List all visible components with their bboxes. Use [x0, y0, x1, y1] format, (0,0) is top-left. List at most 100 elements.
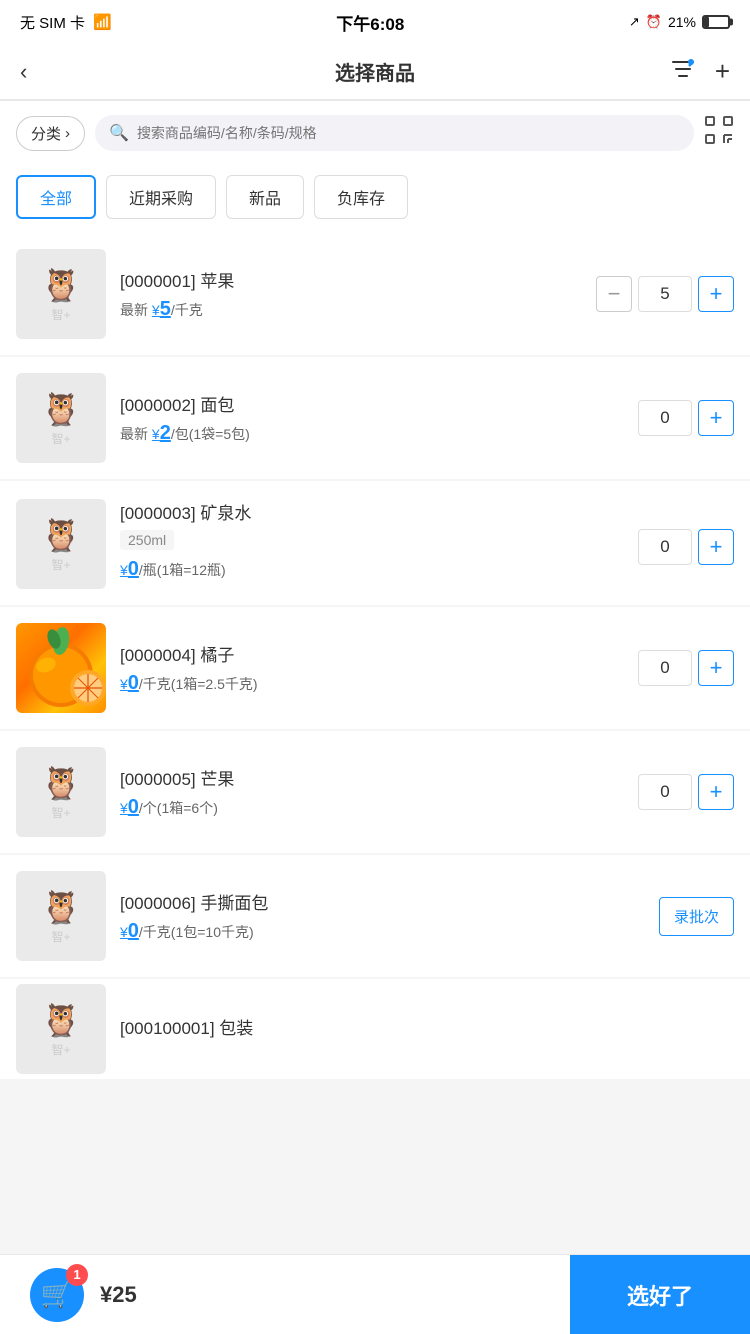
- qty-input[interactable]: [638, 400, 692, 436]
- owl-icon: 🦉: [41, 888, 81, 926]
- scan-icon[interactable]: [704, 115, 734, 151]
- qty-control: +: [638, 774, 734, 810]
- product-info: [0000004] 橘子 ¥0/千克(1箱=2.5千克): [120, 641, 624, 695]
- price-unit: /瓶(1箱=12瓶): [139, 562, 226, 578]
- cart-total: ¥25: [100, 1282, 137, 1308]
- qty-plus-button[interactable]: +: [698, 650, 734, 686]
- product-price: ¥0/千克(1包=10千克): [120, 920, 645, 943]
- list-item: 🦉 智+ [0000005] 芒果 ¥0/个(1箱=6个) +: [0, 731, 750, 853]
- price-value: 0: [128, 558, 139, 580]
- tab-all[interactable]: 全部: [16, 175, 96, 219]
- product-spec: 250ml: [120, 530, 174, 550]
- owl-icon: 🦉: [41, 390, 81, 428]
- nav-right: +: [671, 56, 730, 87]
- product-info: [000100001] 包装: [120, 1014, 734, 1045]
- tab-negative[interactable]: 负库存: [314, 175, 408, 219]
- battery-label: 21%: [668, 14, 696, 30]
- add-button[interactable]: +: [715, 56, 730, 87]
- list-item: 🦉 智+ [000100001] 包装: [0, 979, 750, 1079]
- product-name: [0000006] 手撕面包: [120, 889, 645, 914]
- product-price: 最新 ¥2/包(1袋=5包): [120, 422, 624, 445]
- price-value: 0: [128, 920, 139, 942]
- product-image: 🦉 智+: [16, 871, 106, 961]
- price-value: 2: [160, 422, 171, 444]
- price-prefix: ¥: [120, 800, 128, 816]
- price-prefix: ¥: [120, 562, 128, 578]
- owl-icon: 🦉: [41, 266, 81, 304]
- owl-icon: 🦉: [41, 516, 81, 554]
- product-image: 🦉 智+: [16, 747, 106, 837]
- price-unit: /千克: [171, 302, 203, 318]
- status-bar: 无 SIM 卡 📶 下午6:08 ↗ ⏰ 21%: [0, 0, 750, 44]
- price-prefix: ¥: [152, 426, 160, 442]
- product-info: [0000006] 手撕面包 ¥0/千克(1包=10千克): [120, 889, 645, 943]
- product-name: [0000003] 矿泉水: [120, 499, 624, 524]
- qty-control: − +: [596, 276, 734, 312]
- search-input[interactable]: [137, 125, 680, 141]
- price-value: 5: [160, 298, 171, 320]
- product-price: 最新 ¥5/千克: [120, 298, 582, 321]
- price-prefix: ¥: [152, 302, 160, 318]
- bottom-bar: 🛒 1 ¥25 选好了: [0, 1254, 750, 1334]
- status-time: 下午6:08: [336, 10, 404, 35]
- product-image: [16, 623, 106, 713]
- battery-icon: [702, 15, 730, 29]
- search-input-wrap: 🔍: [95, 115, 694, 151]
- page-title: 选择商品: [335, 57, 415, 86]
- status-right: ↗ ⏰ 21%: [629, 14, 730, 30]
- price-prefix: ¥: [120, 676, 128, 692]
- product-info: [0000001] 苹果 最新 ¥5/千克: [120, 267, 582, 321]
- qty-plus-button[interactable]: +: [698, 774, 734, 810]
- tabs-row: 全部 近期采购 新品 负库存: [0, 165, 750, 233]
- qty-input[interactable]: [638, 650, 692, 686]
- status-left: 无 SIM 卡 📶: [20, 12, 112, 33]
- back-button[interactable]: ‹: [20, 59, 27, 85]
- price-prefix: ¥: [120, 924, 128, 940]
- product-info: [0000003] 矿泉水 250ml ¥0/瓶(1箱=12瓶): [120, 499, 624, 581]
- location-icon: ↗: [629, 14, 640, 30]
- cart-badge: 1: [66, 1264, 88, 1286]
- owl-icon: 🦉: [41, 1001, 81, 1039]
- qty-control: 录批次: [659, 897, 734, 936]
- list-item: 🦉 智+ [0000002] 面包 最新 ¥2/包(1袋=5包) +: [0, 357, 750, 479]
- category-label: 分类: [31, 123, 61, 144]
- product-info: [0000005] 芒果 ¥0/个(1箱=6个): [120, 765, 624, 819]
- qty-minus-button[interactable]: −: [596, 276, 632, 312]
- qty-plus-button[interactable]: +: [698, 529, 734, 565]
- carrier-label: 无 SIM 卡: [20, 12, 85, 33]
- qty-plus-button[interactable]: +: [698, 400, 734, 436]
- qty-input[interactable]: [638, 529, 692, 565]
- nav-bar: ‹ 选择商品 +: [0, 44, 750, 100]
- owl-icon: 🦉: [41, 764, 81, 802]
- list-item: 🦉 智+ [0000006] 手撕面包 ¥0/千克(1包=10千克) 录批次: [0, 855, 750, 977]
- confirm-button[interactable]: 选好了: [570, 1255, 750, 1334]
- chevron-right-icon: ›: [65, 125, 70, 142]
- product-price: ¥0/瓶(1箱=12瓶): [120, 558, 624, 581]
- qty-control: +: [638, 529, 734, 565]
- price-unit: /千克(1箱=2.5千克): [139, 676, 258, 692]
- product-image: 🦉 智+: [16, 984, 106, 1074]
- qty-input[interactable]: [638, 774, 692, 810]
- category-button[interactable]: 分类 ›: [16, 116, 85, 151]
- search-row: 分类 › 🔍: [0, 101, 750, 165]
- filter-icon[interactable]: [671, 58, 695, 86]
- list-item: 🦉 智+ [0000001] 苹果 最新 ¥5/千克 − +: [0, 233, 750, 355]
- product-image: 🦉 智+: [16, 499, 106, 589]
- cart-button[interactable]: 🛒 1: [30, 1268, 84, 1322]
- product-image: 🦉 智+: [16, 373, 106, 463]
- product-price: ¥0/个(1箱=6个): [120, 796, 624, 819]
- tab-recent[interactable]: 近期采购: [106, 175, 216, 219]
- price-unit: /包(1袋=5包): [171, 426, 250, 442]
- tab-new[interactable]: 新品: [226, 175, 304, 219]
- price-value: 0: [128, 796, 139, 818]
- batch-button[interactable]: 录批次: [659, 897, 734, 936]
- wifi-icon: 📶: [93, 13, 112, 31]
- product-list: 🦉 智+ [0000001] 苹果 最新 ¥5/千克 − + 🦉 智+ [000…: [0, 233, 750, 1079]
- product-name: [0000004] 橘子: [120, 641, 624, 666]
- qty-plus-button[interactable]: +: [698, 276, 734, 312]
- product-price: ¥0/千克(1箱=2.5千克): [120, 672, 624, 695]
- product-name: [0000005] 芒果: [120, 765, 624, 790]
- list-item: 🦉 智+ [0000003] 矿泉水 250ml ¥0/瓶(1箱=12瓶) +: [0, 481, 750, 605]
- qty-input[interactable]: [638, 276, 692, 312]
- product-image: 🦉 智+: [16, 249, 106, 339]
